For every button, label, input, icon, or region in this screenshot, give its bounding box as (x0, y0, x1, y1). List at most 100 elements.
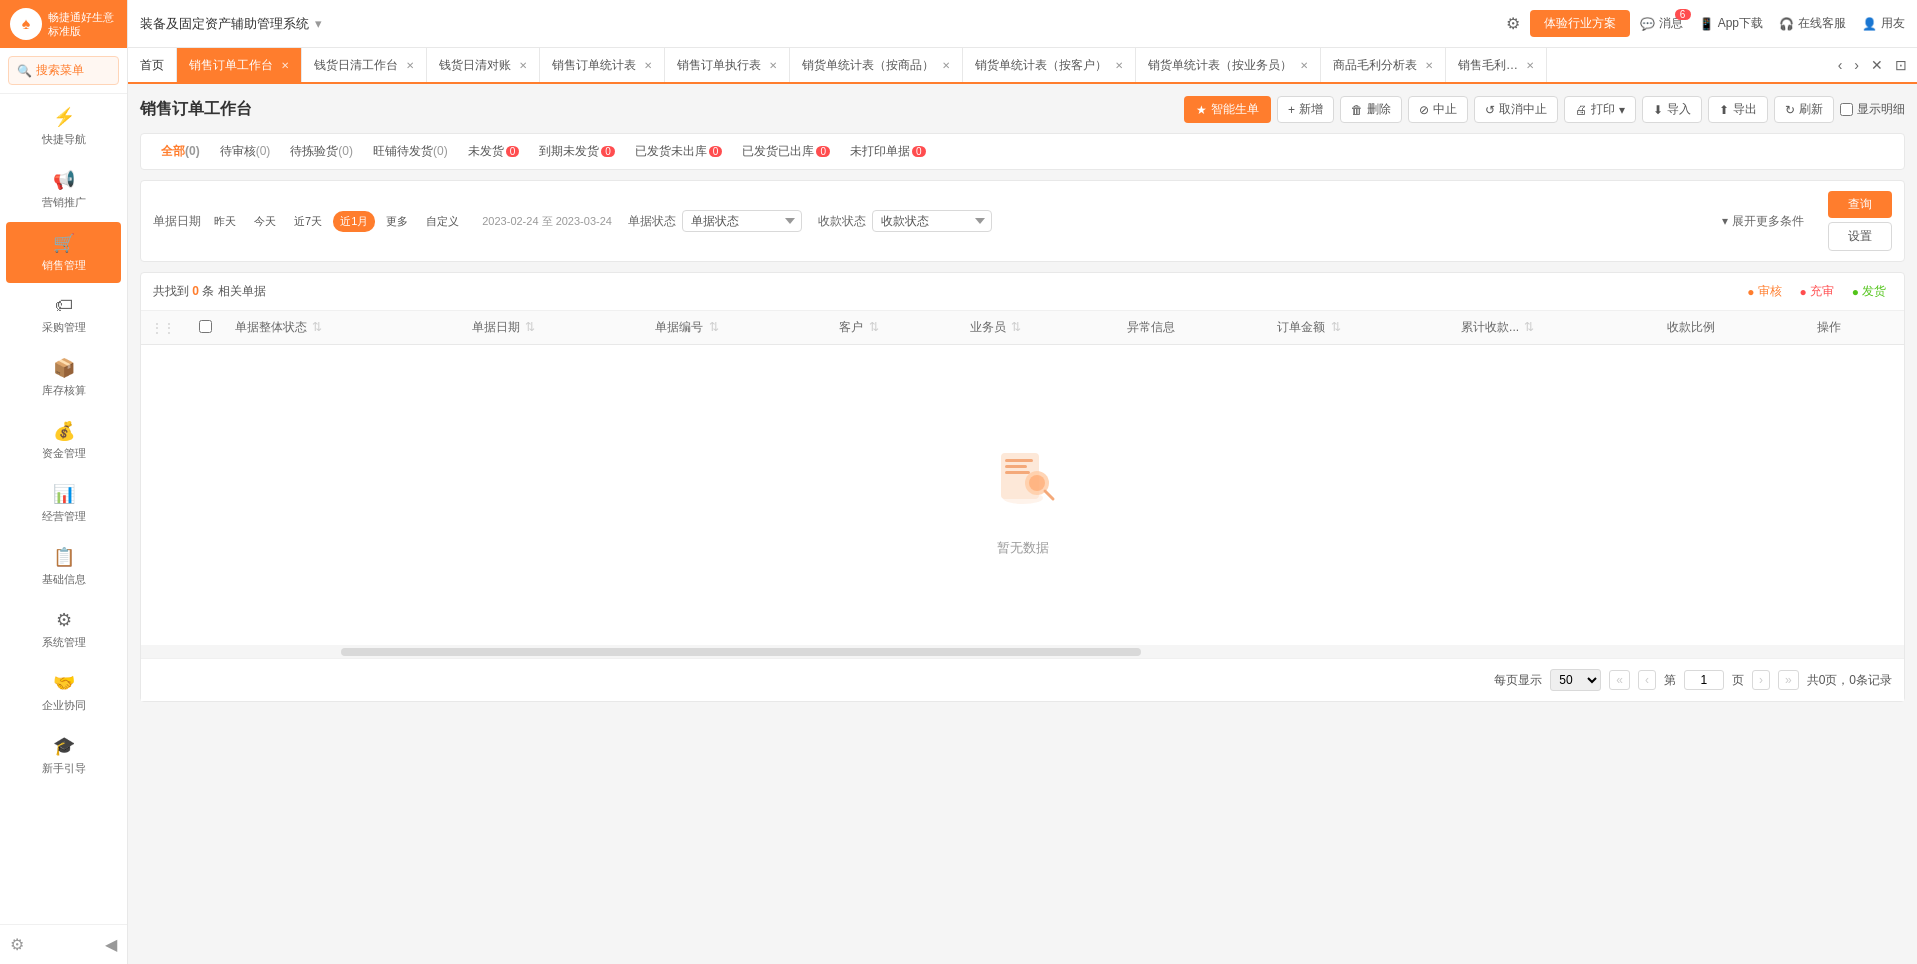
date-btn-more[interactable]: 更多 (379, 211, 415, 232)
sub-tab-pending-approve[interactable]: 待审核(0) (210, 140, 281, 163)
set-btn[interactable]: 设置 (1828, 222, 1892, 251)
query-btn[interactable]: 查询 (1828, 191, 1892, 218)
tab-close-all-btn[interactable]: ✕ (1867, 55, 1887, 75)
th-amount[interactable]: 订单金额 ⇅ (1267, 311, 1451, 345)
message-btn[interactable]: 💬 消息 6 (1640, 15, 1683, 32)
tab-cash-clearing[interactable]: 钱货日清工作台 ✕ (302, 48, 427, 83)
reject-btn[interactable]: ● 充审 (1794, 281, 1840, 302)
sub-tab-expired-unship[interactable]: 到期未发货0 (529, 140, 625, 163)
date-btn-1month[interactable]: 近1月 (333, 211, 375, 232)
trial-btn[interactable]: 体验行业方案 (1530, 10, 1630, 37)
cancel-stop-btn[interactable]: ↺ 取消中止 (1474, 96, 1558, 123)
sub-tab-shipped-not-out[interactable]: 已发货未出库0 (625, 140, 733, 163)
tab-scroll-left-btn[interactable]: ‹ (1834, 55, 1847, 75)
tab-customer-stat[interactable]: 销货单统计表（按客户） ✕ (963, 48, 1136, 83)
stop-btn[interactable]: ⊘ 中止 (1408, 96, 1468, 123)
system-dropdown-icon[interactable]: ▾ (315, 16, 322, 31)
new-btn[interactable]: + 新增 (1277, 96, 1334, 123)
sub-tab-shipped-out[interactable]: 已发货已出库0 (732, 140, 840, 163)
page-number-input[interactable] (1684, 670, 1724, 690)
next-page-btn[interactable]: › (1752, 670, 1770, 690)
ship-btn[interactable]: ● 发货 (1846, 281, 1892, 302)
select-all-checkbox[interactable] (199, 320, 212, 333)
first-page-btn[interactable]: « (1609, 670, 1630, 690)
tab-sales-profit[interactable]: 销售毛利… ✕ (1446, 48, 1547, 83)
sidebar-item-quick-nav[interactable]: ⚡ 快捷导航 (6, 96, 121, 157)
tab-staff-stat[interactable]: 销货单统计表（按业务员） ✕ (1136, 48, 1321, 83)
th-salesperson[interactable]: 业务员 ⇅ (960, 311, 1117, 345)
status-select[interactable]: 单据状态 (682, 210, 802, 232)
tab-home[interactable]: 首页 (128, 48, 177, 83)
show-detail-checkbox-label[interactable]: 显示明细 (1840, 101, 1905, 118)
refresh-btn[interactable]: ↻ 刷新 (1774, 96, 1834, 123)
date-btn-today[interactable]: 今天 (247, 211, 283, 232)
page-size-select[interactable]: 50 10 20 100 (1550, 669, 1601, 691)
online-service-btn[interactable]: 🎧 在线客服 (1779, 15, 1846, 32)
sidebar-item-purchase[interactable]: 🏷 采购管理 (6, 285, 121, 345)
sidebar-item-finance[interactable]: 💰 资金管理 (6, 410, 121, 471)
tab-close-goods-stat[interactable]: ✕ (942, 60, 950, 71)
tab-close-cash-clearing[interactable]: ✕ (406, 60, 414, 71)
app-download-btn[interactable]: 📱 App下载 (1699, 15, 1763, 32)
tab-sales-exec[interactable]: 销售订单执行表 ✕ (665, 48, 790, 83)
tab-sales-workbench[interactable]: 销售订单工作台 ✕ (177, 48, 302, 83)
tab-close-sales-profit[interactable]: ✕ (1526, 60, 1534, 71)
user-btn[interactable]: 👤 用友 (1862, 15, 1905, 32)
tab-close-sales-stat[interactable]: ✕ (644, 60, 652, 71)
th-checkbox[interactable] (185, 311, 225, 345)
ai-generate-btn[interactable]: ★ 智能生单 (1184, 96, 1271, 123)
show-detail-checkbox[interactable] (1840, 103, 1853, 116)
export-btn[interactable]: ⬆ 导出 (1708, 96, 1768, 123)
approve-btn[interactable]: ● 审核 (1741, 281, 1787, 302)
th-number[interactable]: 单据编号 ⇅ (645, 311, 829, 345)
sidebar-item-basic[interactable]: 📋 基础信息 (6, 536, 121, 597)
date-btn-custom[interactable]: 自定义 (419, 211, 466, 232)
tab-close-profit-stat[interactable]: ✕ (1425, 60, 1433, 71)
tab-maximize-btn[interactable]: ⊡ (1891, 55, 1911, 75)
sidebar-item-inventory[interactable]: 📦 库存核算 (6, 347, 121, 408)
prev-page-btn[interactable]: ‹ (1638, 670, 1656, 690)
sub-tab-all[interactable]: 全部(0) (151, 140, 210, 163)
collection-select[interactable]: 收款状态 (872, 210, 992, 232)
sidebar-item-guide[interactable]: 🎓 新手引导 (6, 725, 121, 786)
sidebar-collapse-button[interactable]: ◀ (105, 935, 117, 954)
horizontal-scrollbar[interactable] (141, 646, 1904, 658)
th-collected[interactable]: 累计收款... ⇅ (1451, 311, 1657, 345)
page-header: 销售订单工作台 ★ 智能生单 + 新增 🗑 删除 ⊘ (140, 96, 1905, 123)
tab-close-sales-workbench[interactable]: ✕ (281, 60, 289, 71)
tab-close-customer-stat[interactable]: ✕ (1115, 60, 1123, 71)
tab-close-sales-exec[interactable]: ✕ (769, 60, 777, 71)
print-btn[interactable]: 🖨 打印 ▾ (1564, 96, 1636, 123)
sidebar-item-operation[interactable]: 📊 经营管理 (6, 473, 121, 534)
th-date[interactable]: 单据日期 ⇅ (462, 311, 646, 345)
th-customer[interactable]: 客户 ⇅ (829, 311, 960, 345)
sidebar-item-system[interactable]: ⚙ 系统管理 (6, 599, 121, 660)
sub-tab-pending-inspect[interactable]: 待拣验货(0) (280, 140, 363, 163)
tab-scroll-right-btn[interactable]: › (1850, 55, 1863, 75)
import-btn[interactable]: ⬇ 导入 (1642, 96, 1702, 123)
tab-close-cash-reconcile[interactable]: ✕ (519, 60, 527, 71)
sidebar-item-sales[interactable]: 🛒 销售管理 (6, 222, 121, 283)
unshipped-badge: 0 (506, 146, 520, 157)
tab-sales-stat[interactable]: 销售订单统计表 ✕ (540, 48, 665, 83)
scrollbar-thumb[interactable] (341, 648, 1141, 656)
sub-tab-unshipped[interactable]: 未发货0 (458, 140, 530, 163)
th-status[interactable]: 单据整体状态 ⇅ (225, 311, 462, 345)
header-gear-icon[interactable]: ⚙ (1506, 14, 1520, 33)
delete-btn[interactable]: 🗑 删除 (1340, 96, 1402, 123)
sidebar-settings-button[interactable]: ⚙ (10, 935, 24, 954)
last-page-btn[interactable]: » (1778, 670, 1799, 690)
tab-cash-reconcile[interactable]: 钱货日清对账 ✕ (427, 48, 540, 83)
tab-profit-stat[interactable]: 商品毛利分析表 ✕ (1321, 48, 1446, 83)
sub-tab-unprinted[interactable]: 未打印单据0 (840, 140, 936, 163)
tab-close-staff-stat[interactable]: ✕ (1300, 60, 1308, 71)
date-btn-7days[interactable]: 近7天 (287, 211, 329, 232)
sub-tab-wangpu-ship[interactable]: 旺铺待发货(0) (363, 140, 458, 163)
date-btn-yesterday[interactable]: 昨天 (207, 211, 243, 232)
print-icon: 🖨 (1575, 103, 1587, 117)
sidebar-item-marketing[interactable]: 📢 营销推广 (6, 159, 121, 220)
sidebar-item-enterprise[interactable]: 🤝 企业协同 (6, 662, 121, 723)
tab-goods-stat[interactable]: 销货单统计表（按商品） ✕ (790, 48, 963, 83)
search-menu-button[interactable]: 🔍 搜索菜单 (8, 56, 119, 85)
expand-filter-btn[interactable]: ▾ 展开更多条件 (1722, 213, 1804, 230)
